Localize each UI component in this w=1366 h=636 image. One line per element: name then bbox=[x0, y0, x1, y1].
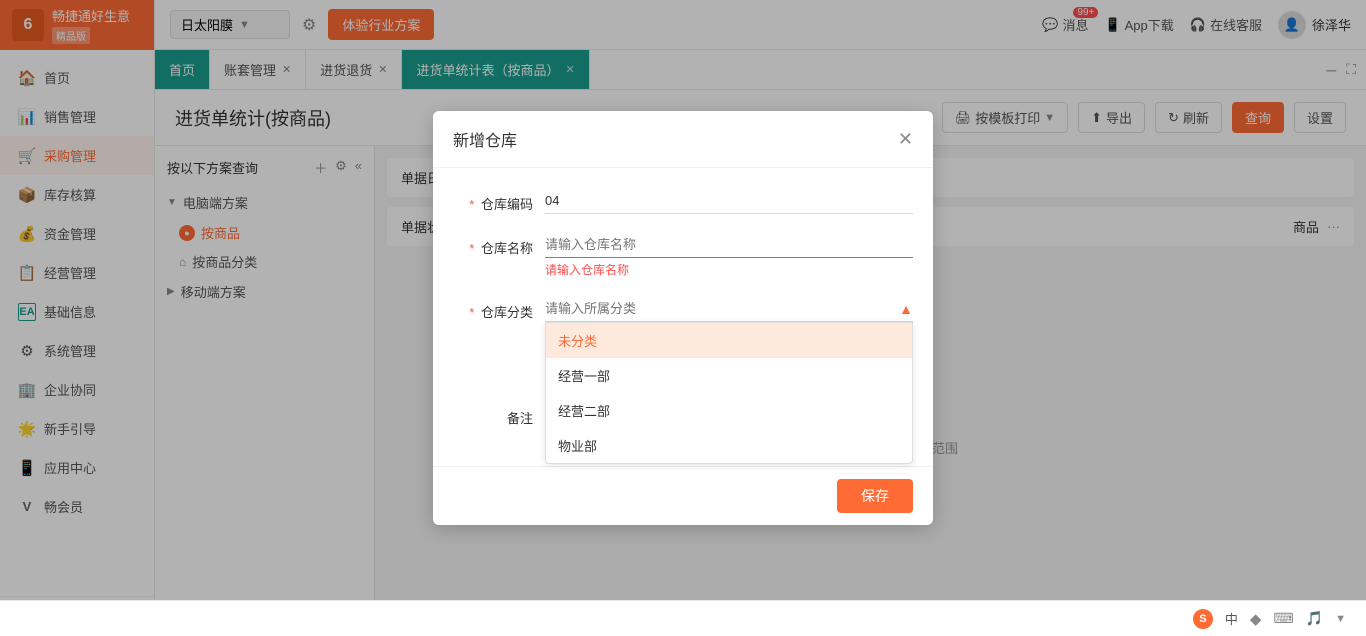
arrow-down-icon[interactable]: ▼ bbox=[1335, 613, 1346, 625]
dialog-close-icon[interactable]: ✕ bbox=[898, 129, 913, 150]
s-logo-icon: S bbox=[1193, 609, 1213, 629]
category-input-wrapper: ▲ bbox=[545, 296, 913, 322]
dialog-body: * 仓库编码 * 仓库名称 请输入仓库名称 bbox=[433, 168, 933, 466]
dropdown-item-none[interactable]: 未分类 bbox=[546, 323, 912, 358]
dialog-header: 新增仓库 ✕ bbox=[433, 111, 933, 168]
dialog-title: 新增仓库 bbox=[453, 127, 517, 151]
zh-icon[interactable]: 中 bbox=[1225, 609, 1238, 628]
note-label: 备注 bbox=[453, 402, 533, 427]
category-control: ▲ 未分类 经营一部 经营二部 物业部 bbox=[545, 296, 913, 322]
dot-icon[interactable]: ◆ bbox=[1250, 610, 1262, 628]
music-icon[interactable]: 🎵 bbox=[1306, 610, 1323, 627]
form-row-category: * 仓库分类 ▲ 未分类 经营一部 经营二部 物业部 bbox=[453, 296, 913, 322]
required-mark3: * bbox=[469, 305, 474, 320]
required-mark2: * bbox=[469, 241, 474, 256]
name-error-msg: 请输入仓库名称 bbox=[545, 261, 913, 278]
category-dropdown: 未分类 经营一部 经营二部 物业部 bbox=[545, 322, 913, 464]
dropdown-item-dept2[interactable]: 经营二部 bbox=[546, 393, 912, 428]
category-label: * 仓库分类 bbox=[453, 296, 533, 321]
bottom-bar: S 中 ◆ ⌨ 🎵 ▼ bbox=[0, 600, 1366, 636]
keyboard-icon[interactable]: ⌨ bbox=[1273, 610, 1293, 627]
required-mark: * bbox=[469, 197, 474, 212]
form-row-name: * 仓库名称 请输入仓库名称 bbox=[453, 232, 913, 278]
code-control bbox=[545, 188, 913, 214]
code-label: * 仓库编码 bbox=[453, 188, 533, 213]
bottom-icons: S 中 ◆ ⌨ 🎵 ▼ bbox=[1193, 609, 1346, 629]
dropdown-item-dept3[interactable]: 物业部 bbox=[546, 428, 912, 463]
category-input[interactable] bbox=[545, 296, 899, 321]
save-button[interactable]: 保存 bbox=[837, 479, 913, 513]
dropdown-item-dept1[interactable]: 经营一部 bbox=[546, 358, 912, 393]
dialog-new-warehouse: 新增仓库 ✕ * 仓库编码 * 仓库名称 bbox=[433, 111, 933, 525]
code-input[interactable] bbox=[545, 188, 913, 214]
form-row-code: * 仓库编码 bbox=[453, 188, 913, 214]
category-toggle-icon[interactable]: ▲ bbox=[899, 301, 913, 317]
dialog-footer: 保存 bbox=[433, 466, 933, 525]
name-control: 请输入仓库名称 bbox=[545, 232, 913, 278]
name-label: * 仓库名称 bbox=[453, 232, 533, 257]
modal-overlay[interactable]: 新增仓库 ✕ * 仓库编码 * 仓库名称 bbox=[0, 0, 1366, 636]
name-input[interactable] bbox=[545, 232, 913, 258]
